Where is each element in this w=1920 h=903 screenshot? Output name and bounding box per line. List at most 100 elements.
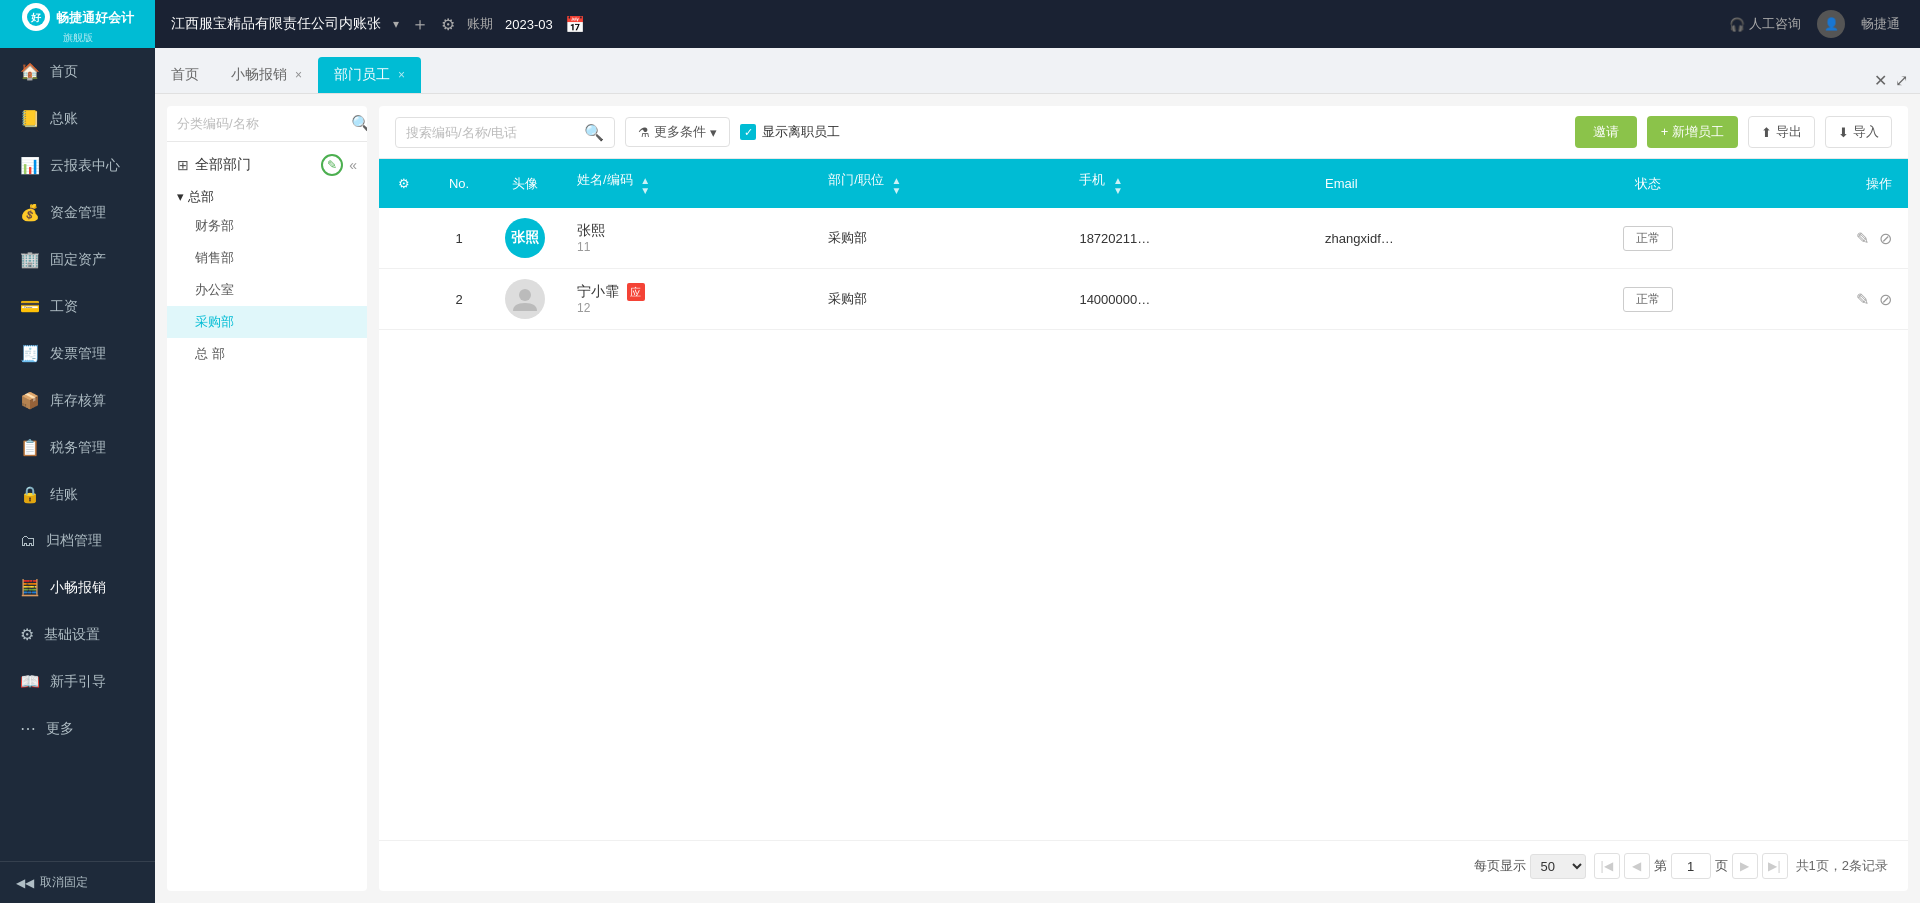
dept-tree: ⊞ 全部部门 ✎ « ▾ 总部 财务部 销售部 办公室 采购部 总 部 (167, 142, 367, 891)
prev-page-button[interactable]: ◀ (1624, 853, 1650, 879)
export-button[interactable]: ⬆ 导出 (1748, 116, 1815, 148)
col-action: 操作 (1746, 159, 1909, 208)
sidebar-item-expense[interactable]: 🧮 小畅报销 (0, 564, 155, 611)
invite-button[interactable]: 邀请 (1575, 116, 1637, 148)
col-name-code[interactable]: 姓名/编码 ▲▼ (561, 159, 812, 208)
toolbar: 🔍 ⚗ 更多条件 ▾ ✓ 显示离职员工 邀请 + 新增员工 (379, 106, 1908, 159)
period-label: 账期 (467, 15, 493, 33)
dept-search-icon[interactable]: 🔍 (351, 114, 367, 133)
filter-button[interactable]: ⚗ 更多条件 ▾ (625, 117, 730, 147)
col-settings-icon[interactable]: ⚙ (398, 176, 410, 191)
next-page-button[interactable]: ▶ (1732, 853, 1758, 879)
add-employee-button[interactable]: + 新增员工 (1647, 116, 1738, 148)
sidebar-item-more[interactable]: ⋯ 更多 (0, 705, 155, 752)
calendar-icon[interactable]: 📅 (565, 15, 585, 34)
dept-group-headquarters[interactable]: ▾ 总部 (167, 184, 367, 210)
settings-nav-icon: ⚙ (20, 625, 34, 644)
sidebar-label-assets: 固定资产 (50, 251, 106, 269)
sidebar-label-settings: 基础设置 (44, 626, 100, 644)
sidebar-item-salary[interactable]: 💳 工资 (0, 283, 155, 330)
settings-icon[interactable]: ⚙ (441, 15, 455, 34)
filter-chevron-icon: ▾ (710, 125, 717, 140)
remind-badge: 应 (627, 283, 645, 301)
service-label: 人工咨询 (1749, 15, 1801, 33)
sidebar-label-guide: 新手引导 (50, 673, 106, 691)
add-company-button[interactable]: ＋ (411, 15, 429, 33)
add-dept-button[interactable]: ✎ (321, 154, 343, 176)
row-name-code: 张熙 11 (561, 208, 812, 269)
avatar (505, 279, 545, 319)
sidebar-item-inventory[interactable]: 📦 库存核算 (0, 377, 155, 424)
page-size-select: 每页显示 50 10 20 100 (1474, 854, 1586, 879)
sidebar-item-invoice[interactable]: 🧾 发票管理 (0, 330, 155, 377)
edit-employee-button[interactable]: ✎ (1856, 290, 1869, 309)
sidebar-label-salary: 工资 (50, 298, 78, 316)
funds-icon: 💰 (20, 203, 40, 222)
row-status: 正常 (1550, 269, 1746, 330)
col-phone[interactable]: 手机 ▲▼ (1063, 159, 1309, 208)
sidebar-item-settings[interactable]: ⚙ 基础设置 (0, 611, 155, 658)
show-resigned-label: 显示离职员工 (762, 123, 840, 141)
svg-point-2 (519, 289, 531, 301)
tab-employees[interactable]: 部门员工 × (318, 57, 421, 93)
employee-search-input[interactable] (406, 125, 578, 140)
pin-toggle[interactable]: ◀◀ 取消固定 (0, 861, 155, 903)
sidebar-item-reports[interactable]: 📊 云报表中心 (0, 142, 155, 189)
tax-icon: 📋 (20, 438, 40, 457)
dept-item-sales[interactable]: 销售部 (167, 242, 367, 274)
all-departments[interactable]: ⊞ 全部部门 ✎ « (167, 146, 367, 184)
phone-sort-icon: ▲▼ (1113, 176, 1123, 196)
sidebar-item-home[interactable]: 🏠 首页 (0, 48, 155, 95)
employee-name: 宁小霏 (577, 283, 619, 299)
row-phone: 14000000… (1063, 269, 1309, 330)
col-email: Email (1309, 159, 1549, 208)
tab-expense[interactable]: 小畅报销 × (215, 57, 318, 93)
sidebar-item-archive[interactable]: 🗂 归档管理 (0, 518, 155, 564)
dept-search-input[interactable] (177, 116, 345, 131)
period-value: 2023-03 (505, 17, 553, 32)
tab-employees-label: 部门员工 (334, 66, 390, 84)
last-page-button[interactable]: ▶| (1762, 853, 1788, 879)
table-row: 2 宁小霏 应 12 采购部 14000000… 正常 ✎ ⊘ (379, 269, 1908, 330)
import-button[interactable]: ⬇ 导入 (1825, 116, 1892, 148)
dept-item-finance[interactable]: 财务部 (167, 210, 367, 242)
sidebar-item-funds[interactable]: 💰 资金管理 (0, 189, 155, 236)
search-icon[interactable]: 🔍 (584, 123, 604, 142)
delete-employee-button[interactable]: ⊘ (1879, 290, 1892, 309)
sidebar-item-assets[interactable]: 🏢 固定资产 (0, 236, 155, 283)
service-button[interactable]: 🎧 人工咨询 (1729, 15, 1801, 33)
col-dept-position[interactable]: 部门/职位 ▲▼ (812, 159, 1063, 208)
sidebar-item-close[interactable]: 🔒 结账 (0, 471, 155, 518)
expand-tab-button[interactable]: ⤢ (1895, 73, 1908, 89)
company-dropdown-icon[interactable]: ▾ (393, 17, 399, 31)
sidebar-label-ledger: 总账 (50, 110, 78, 128)
dept-item-purchase[interactable]: 采购部 (167, 306, 367, 338)
status-badge: 正常 (1623, 226, 1673, 251)
tab-home[interactable]: 首页 (155, 57, 215, 93)
home-icon: 🏠 (20, 62, 40, 81)
export-label: 导出 (1776, 123, 1802, 141)
collapse-button[interactable]: « (349, 157, 357, 173)
delete-employee-button[interactable]: ⊘ (1879, 229, 1892, 248)
per-page-dropdown[interactable]: 50 10 20 100 (1530, 854, 1586, 879)
tab-expense-close[interactable]: × (295, 68, 302, 82)
page-number-input[interactable] (1671, 853, 1711, 879)
dept-item-office[interactable]: 办公室 (167, 274, 367, 306)
sidebar-label-funds: 资金管理 (50, 204, 106, 222)
show-resigned-checkbox[interactable]: ✓ (740, 124, 756, 140)
row-name-code: 宁小霏 应 12 (561, 269, 812, 330)
sidebar-item-tax[interactable]: 📋 税务管理 (0, 424, 155, 471)
close-tab-button[interactable]: ✕ (1874, 73, 1887, 89)
pin-label: 取消固定 (40, 874, 88, 891)
user-name[interactable]: 畅捷通 (1861, 15, 1900, 33)
first-page-button[interactable]: |◀ (1594, 853, 1620, 879)
dept-item-general[interactable]: 总 部 (167, 338, 367, 370)
row-dept: 采购部 (812, 269, 1063, 330)
page-nav: |◀ ◀ 第 页 ▶ ▶| (1594, 853, 1788, 879)
row-email: zhangxidf… (1309, 208, 1549, 269)
main-panel: 🔍 ⚗ 更多条件 ▾ ✓ 显示离职员工 邀请 + 新增员工 (379, 106, 1908, 891)
tab-employees-close[interactable]: × (398, 68, 405, 82)
edit-employee-button[interactable]: ✎ (1856, 229, 1869, 248)
sidebar-item-ledger[interactable]: 📒 总账 (0, 95, 155, 142)
sidebar-item-guide[interactable]: 📖 新手引导 (0, 658, 155, 705)
